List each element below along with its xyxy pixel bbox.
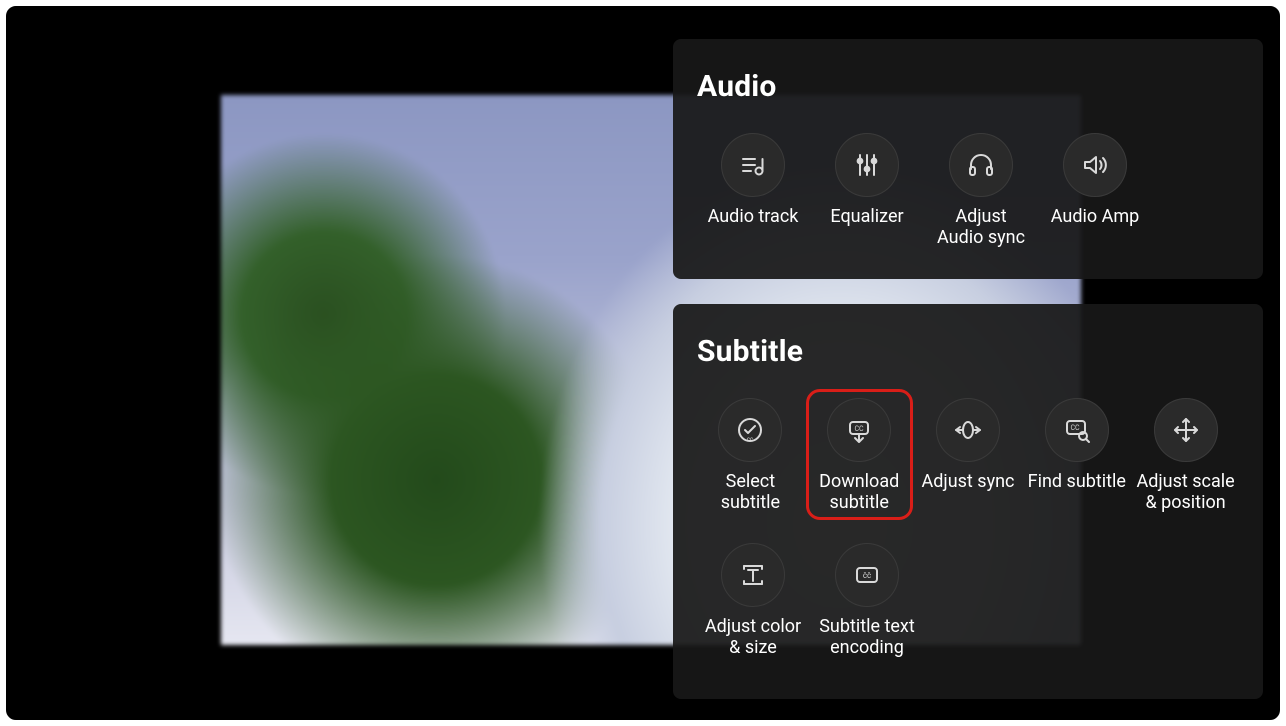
adjust-audio-sync-label: Adjust Audio sync (937, 207, 1025, 248)
adjust-sync-label: Adjust sync (922, 472, 1015, 493)
svg-text:CC: CC (855, 425, 865, 433)
cc-search-icon: CC (1045, 398, 1109, 462)
subtitle-text-encoding-button[interactable]: ĉĉ Subtitle text encoding (811, 534, 923, 665)
svg-text:cc: cc (747, 436, 753, 443)
equalizer-label: Equalizer (830, 207, 903, 228)
select-subtitle-label: Select subtitle (721, 472, 780, 513)
find-subtitle-button[interactable]: CC Find subtitle (1023, 389, 1130, 520)
find-subtitle-label: Find subtitle (1028, 472, 1126, 493)
audio-panel-title: Audio (697, 69, 1239, 104)
download-subtitle-button[interactable]: CC Download subtitle (806, 389, 913, 520)
equalizer-button[interactable]: Equalizer (811, 124, 923, 255)
adjust-sync-button[interactable]: Adjust sync (915, 389, 1022, 520)
select-subtitle-button[interactable]: cc Select subtitle (697, 389, 804, 520)
adjust-color-size-button[interactable]: Adjust color & size (697, 534, 809, 665)
move-icon (1154, 398, 1218, 462)
audio-amp-label: Audio Amp (1051, 207, 1139, 228)
adjust-scale-position-label: Adjust scale & position (1136, 472, 1234, 513)
cc-check-icon: cc (718, 398, 782, 462)
audio-track-label: Audio track (708, 207, 799, 228)
svg-text:CC: CC (1070, 424, 1080, 432)
text-style-icon (721, 543, 785, 607)
download-subtitle-label: Download subtitle (819, 472, 899, 513)
audio-panel: Audio Audio track (673, 39, 1263, 279)
headphones-icon (949, 133, 1013, 197)
player-frame: Audio Audio track (6, 6, 1280, 720)
svg-text:ĉĉ: ĉĉ (863, 571, 871, 580)
audio-track-button[interactable]: Audio track (697, 124, 809, 255)
sync-icon (936, 398, 1000, 462)
cc-encoding-icon: ĉĉ (835, 543, 899, 607)
adjust-audio-sync-button[interactable]: Adjust Audio sync (925, 124, 1037, 255)
equalizer-icon (835, 133, 899, 197)
adjust-color-size-label: Adjust color & size (705, 617, 801, 658)
audio-amp-button[interactable]: Audio Amp (1039, 124, 1151, 255)
adjust-scale-position-button[interactable]: Adjust scale & position (1132, 389, 1239, 520)
subtitle-text-encoding-label: Subtitle text encoding (819, 617, 915, 658)
audio-track-icon (721, 133, 785, 197)
cc-download-icon: CC (827, 398, 891, 462)
subtitle-panel: Subtitle cc Select subtitle (673, 304, 1263, 699)
subtitle-panel-title: Subtitle (697, 334, 1239, 369)
speaker-icon (1063, 133, 1127, 197)
